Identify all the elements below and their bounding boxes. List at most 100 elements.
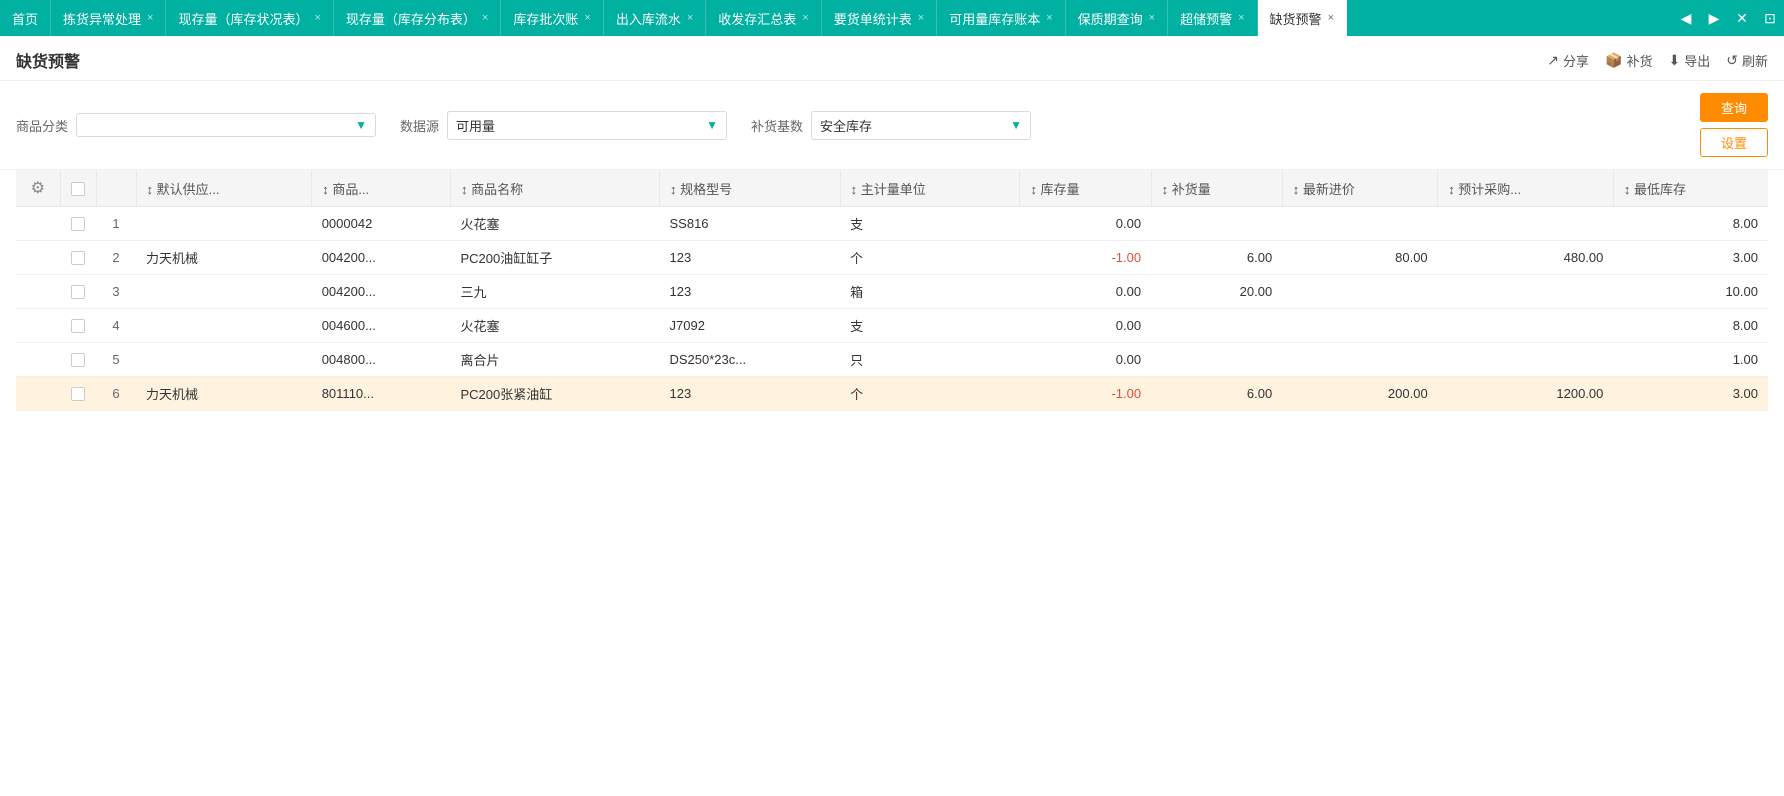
row-check-cell[interactable] bbox=[60, 207, 96, 241]
row-unit: 箱 bbox=[840, 275, 1020, 309]
tab-overstock[interactable]: 超储预警 × bbox=[1168, 0, 1257, 36]
tab-inout-flow-label: 出入库流水 bbox=[616, 9, 681, 28]
row-latest-price bbox=[1282, 343, 1437, 377]
tab-expiry-query-close[interactable]: × bbox=[1149, 12, 1155, 24]
tab-inventory-dist-close[interactable]: × bbox=[482, 12, 488, 24]
tab-minimize-btn[interactable]: ✕ bbox=[1728, 0, 1756, 36]
table-row[interactable]: 6 力天机械 801110... PC200张紧油缸 123 个 -1.00 6… bbox=[16, 377, 1768, 411]
tab-overstock-close[interactable]: × bbox=[1238, 12, 1244, 24]
row-checkbox[interactable] bbox=[71, 319, 85, 333]
col-header-unit[interactable]: ↕ 主计量单位 bbox=[840, 170, 1020, 207]
col-header-supplier[interactable]: ↕ 默认供应... bbox=[136, 170, 312, 207]
category-filter-group: 商品分类 ▼ bbox=[16, 113, 376, 137]
tab-inventory-dist-label: 现存量（库存分布表） bbox=[346, 9, 476, 28]
row-index: 4 bbox=[96, 309, 136, 343]
tab-prev-btn[interactable]: ◀ bbox=[1672, 0, 1700, 36]
col-header-est-purchase[interactable]: ↕ 预计采购... bbox=[1438, 170, 1614, 207]
table-row[interactable]: 2 力天机械 004200... PC200油缸缸子 123 个 -1.00 6… bbox=[16, 241, 1768, 275]
row-replenish bbox=[1151, 309, 1282, 343]
table-row[interactable]: 4 004600... 火花塞 J7092 支 0.00 8.00 bbox=[16, 309, 1768, 343]
tab-expiry-query[interactable]: 保质期查询 × bbox=[1066, 0, 1168, 36]
tab-abnormal[interactable]: 拣货异常处理 × bbox=[51, 0, 166, 36]
row-check-cell[interactable] bbox=[60, 377, 96, 411]
row-gear-cell bbox=[16, 343, 60, 377]
main-content: 缺货预警 ↗ 分享 📦 补货 ⬇ 导出 ↺ 刷新 商品分类 bbox=[0, 36, 1784, 796]
tab-available-ledger-close[interactable]: × bbox=[1046, 12, 1052, 24]
category-select[interactable]: ▼ bbox=[76, 113, 376, 137]
tab-abnormal-close[interactable]: × bbox=[147, 12, 153, 24]
tab-shortage[interactable]: 缺货预警 × bbox=[1258, 0, 1347, 36]
row-check-cell[interactable] bbox=[60, 343, 96, 377]
row-replenish: 6.00 bbox=[1151, 377, 1282, 411]
share-button[interactable]: ↗ 分享 bbox=[1547, 51, 1589, 70]
row-stock: 0.00 bbox=[1020, 309, 1151, 343]
col-header-spec[interactable]: ↕ 规格型号 bbox=[660, 170, 841, 207]
row-replenish bbox=[1151, 343, 1282, 377]
table-row[interactable]: 3 004200... 三九 123 箱 0.00 20.00 10.00 bbox=[16, 275, 1768, 309]
row-supplier bbox=[136, 309, 312, 343]
table-body: 1 0000042 火花塞 SS816 支 0.00 8.00 2 力天机械 0… bbox=[16, 207, 1768, 411]
col-replenish-label: ↕ 补货量 bbox=[1162, 182, 1211, 197]
filter-bar: 商品分类 ▼ 数据源 可用量 ▼ 补货基数 安全库存 ▼ 查询 设置 bbox=[0, 81, 1784, 170]
tab-expand-btn[interactable]: ⊡ bbox=[1756, 0, 1784, 36]
tab-batch-account[interactable]: 库存批次账 × bbox=[501, 0, 603, 36]
tab-inout-flow-close[interactable]: × bbox=[687, 12, 693, 24]
row-index: 1 bbox=[96, 207, 136, 241]
row-stock: 0.00 bbox=[1020, 275, 1151, 309]
tab-next-btn[interactable]: ▶ bbox=[1700, 0, 1728, 36]
row-code: 801110... bbox=[312, 377, 451, 411]
row-checkbox[interactable] bbox=[71, 251, 85, 265]
tab-batch-account-close[interactable]: × bbox=[584, 12, 590, 24]
tab-requisition-stat[interactable]: 要货单统计表 × bbox=[822, 0, 937, 36]
row-check-cell[interactable] bbox=[60, 275, 96, 309]
tab-collect-summary[interactable]: 收发存汇总表 × bbox=[706, 0, 821, 36]
row-name: 三九 bbox=[451, 275, 660, 309]
tab-inventory-status-close[interactable]: × bbox=[314, 12, 320, 24]
row-check-cell[interactable] bbox=[60, 241, 96, 275]
row-replenish: 6.00 bbox=[1151, 241, 1282, 275]
replenish-base-label: 补货基数 bbox=[751, 116, 803, 135]
datasource-value: 可用量 bbox=[456, 116, 495, 135]
gear-settings-icon[interactable]: ⚙ bbox=[31, 180, 45, 197]
category-label: 商品分类 bbox=[16, 116, 68, 135]
tab-available-ledger[interactable]: 可用量库存账本 × bbox=[937, 0, 1065, 36]
col-header-name[interactable]: ↕ 商品名称 bbox=[451, 170, 660, 207]
query-button[interactable]: 查询 bbox=[1700, 93, 1768, 122]
row-check-cell[interactable] bbox=[60, 309, 96, 343]
col-header-latest-price[interactable]: ↕ 最新进价 bbox=[1282, 170, 1437, 207]
col-code-label: ↕ 商品... bbox=[322, 182, 369, 197]
row-name: PC200油缸缸子 bbox=[451, 241, 660, 275]
refresh-button[interactable]: ↺ 刷新 bbox=[1726, 51, 1768, 70]
replenish-base-select[interactable]: 安全库存 ▼ bbox=[811, 111, 1031, 140]
row-checkbox[interactable] bbox=[71, 387, 85, 401]
col-header-code[interactable]: ↕ 商品... bbox=[312, 170, 451, 207]
col-header-min-stock[interactable]: ↕ 最低库存 bbox=[1613, 170, 1768, 207]
table-row[interactable]: 5 004800... 离合片 DS250*23c... 只 0.00 1.00 bbox=[16, 343, 1768, 377]
tab-inventory-dist[interactable]: 现存量（库存分布表） × bbox=[334, 0, 501, 36]
table-row[interactable]: 1 0000042 火花塞 SS816 支 0.00 8.00 bbox=[16, 207, 1768, 241]
col-header-gear[interactable]: ⚙ bbox=[16, 170, 60, 207]
row-checkbox[interactable] bbox=[71, 217, 85, 231]
row-checkbox[interactable] bbox=[71, 353, 85, 367]
settings-button[interactable]: 设置 bbox=[1700, 128, 1768, 157]
col-header-stock[interactable]: ↕ 库存量 bbox=[1020, 170, 1151, 207]
table-container: ⚙ ↕ 默认供应... ↕ 商品... ↕ 商品名称 bbox=[0, 170, 1784, 411]
datasource-chevron-icon: ▼ bbox=[706, 118, 718, 132]
tab-collect-summary-label: 收发存汇总表 bbox=[718, 9, 796, 28]
tab-requisition-stat-close[interactable]: × bbox=[918, 12, 924, 24]
replenish-button[interactable]: 📦 补货 bbox=[1605, 51, 1652, 70]
tab-collect-summary-close[interactable]: × bbox=[802, 12, 808, 24]
datasource-select[interactable]: 可用量 ▼ bbox=[447, 111, 727, 140]
tab-home[interactable]: 首页 bbox=[0, 0, 51, 36]
header-checkbox[interactable] bbox=[71, 182, 85, 196]
row-checkbox[interactable] bbox=[71, 285, 85, 299]
export-button[interactable]: ⬇ 导出 bbox=[1669, 51, 1711, 70]
col-header-replenish[interactable]: ↕ 补货量 bbox=[1151, 170, 1282, 207]
tab-inventory-status[interactable]: 现存量（库存状况表） × bbox=[166, 0, 333, 36]
tab-inout-flow[interactable]: 出入库流水 × bbox=[604, 0, 706, 36]
row-est-purchase bbox=[1438, 275, 1614, 309]
tab-bar: 首页 拣货异常处理 × 现存量（库存状况表） × 现存量（库存分布表） × 库存… bbox=[0, 0, 1784, 36]
row-code: 004200... bbox=[312, 275, 451, 309]
col-header-check[interactable] bbox=[60, 170, 96, 207]
tab-shortage-close[interactable]: × bbox=[1328, 12, 1334, 24]
